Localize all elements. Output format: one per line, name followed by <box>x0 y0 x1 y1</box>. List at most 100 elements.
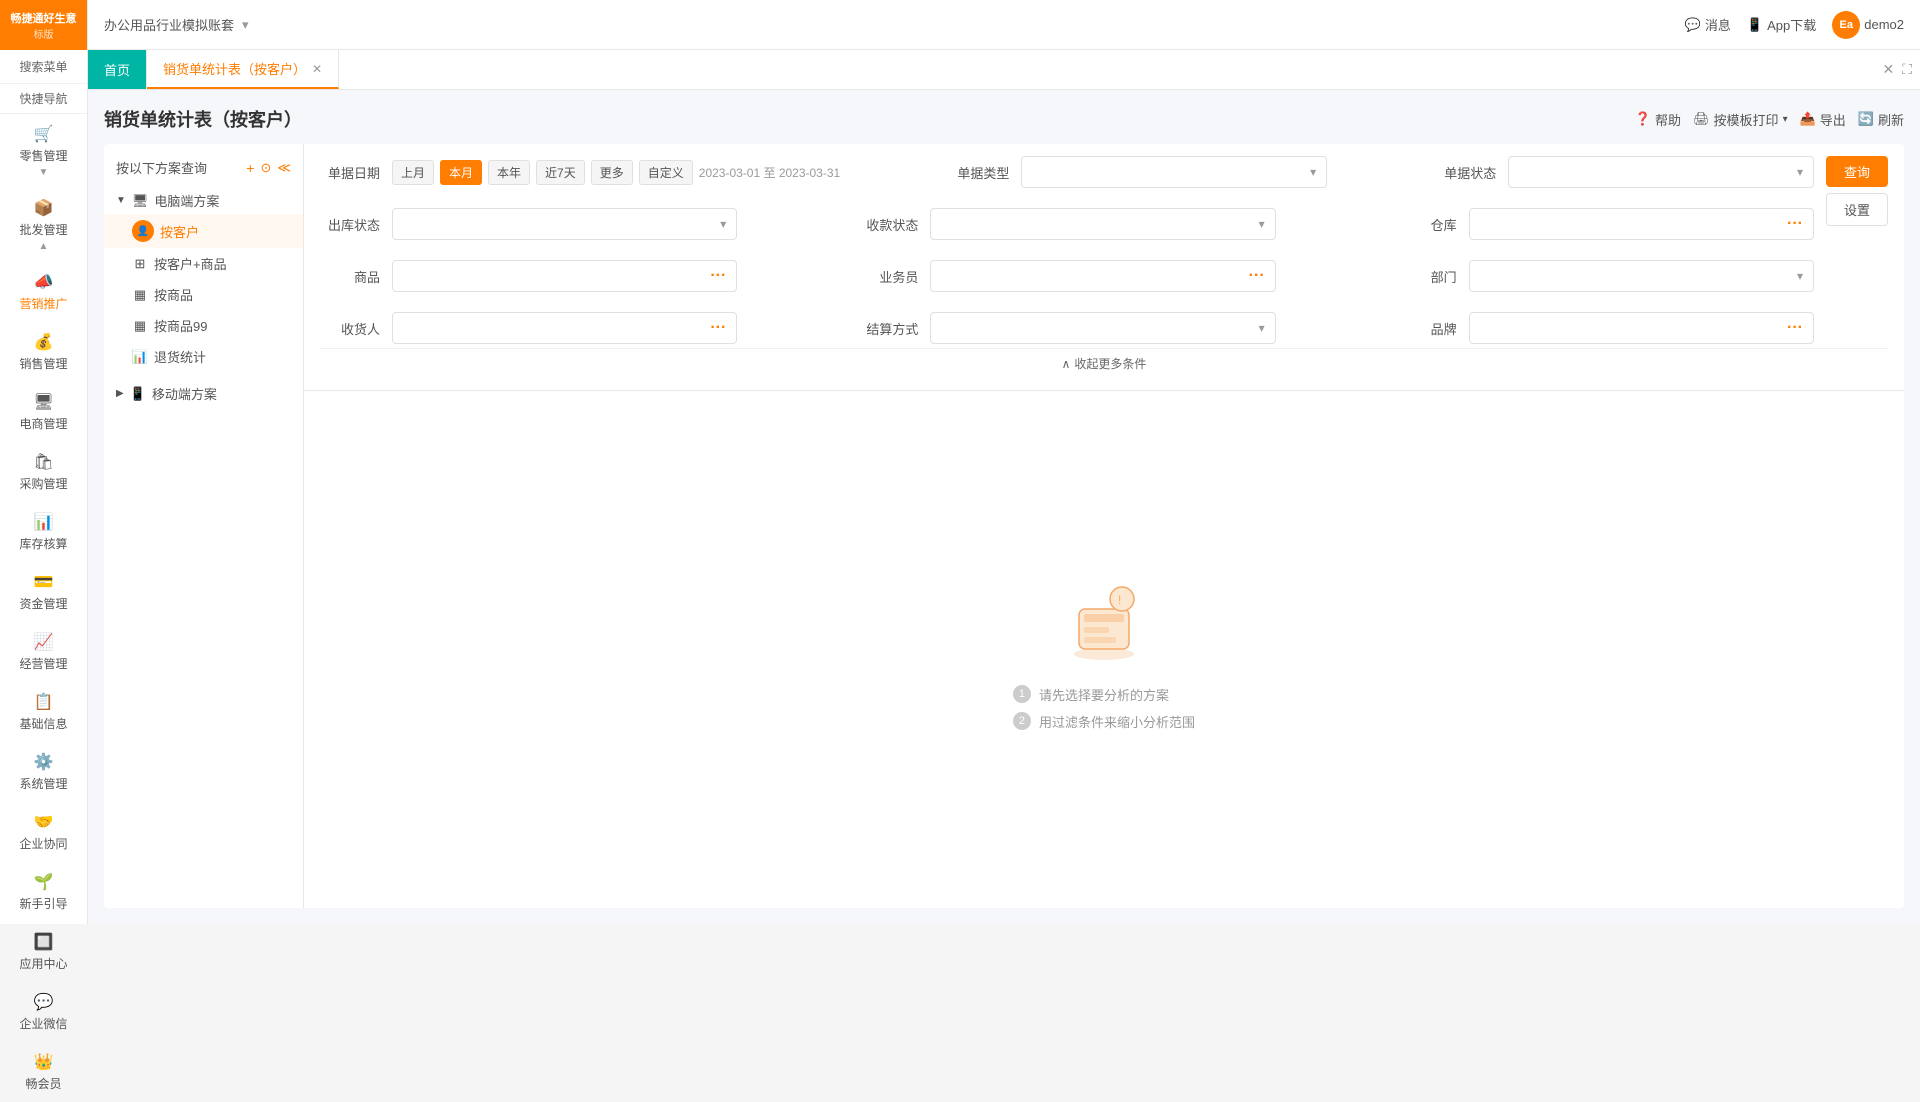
sidebar-item-basic[interactable]: 📋 基础信息 <box>0 682 87 742</box>
tab-actions: ✕ ⛶ <box>1882 61 1920 78</box>
empty-tip-2: 2 用过滤条件来缩小分析范围 <box>1013 712 1195 731</box>
scheme-group-mobile-title[interactable]: ▶ 📱 移动端方案 <box>104 380 303 407</box>
sidebar-item-wechat[interactable]: 💬 企业微信 <box>0 982 87 1042</box>
date-btn-last-7-days[interactable]: 近7天 <box>536 160 585 185</box>
tabbar: 首页 销货单统计表（按客户） ✕ ✕ ⛶ <box>88 50 1920 90</box>
sidebar-label-wholesale: 批发管理 <box>19 221 67 238</box>
print-icon: 🖨 <box>1693 111 1710 127</box>
help-btn[interactable]: ❓ 帮助 <box>1635 110 1681 129</box>
payment-status-label: 收款状态 <box>858 215 918 234</box>
refresh-icon: 🔄 <box>1858 111 1874 127</box>
app-download-btn[interactable]: 📱 App下载 <box>1747 15 1816 34</box>
inventory-icon: 📊 <box>34 512 54 532</box>
sidebar-item-finance[interactable]: 💳 资金管理 <box>0 562 87 622</box>
order-status-control[interactable]: ▾ <box>1508 156 1814 188</box>
date-btn-this-year[interactable]: 本年 <box>488 160 530 185</box>
page-header: 销货单统计表（按客户） ❓ 帮助 🖨 按模板打印 ▾ 📤 导出 🔄 刷新 <box>104 106 1904 132</box>
order-type-control[interactable]: ▾ <box>1021 156 1327 188</box>
retail-icon: 🛒 <box>34 124 54 144</box>
page-title: 销货单统计表（按客户） <box>104 106 302 132</box>
scheme-item-return-stat[interactable]: 📊 退货统计 <box>104 341 303 372</box>
date-btn-last-month[interactable]: 上月 <box>392 160 434 185</box>
chevron-right-icon: ▶ <box>116 388 124 399</box>
scheme-add-btn[interactable]: + <box>246 160 254 176</box>
date-btn-custom[interactable]: 自定义 <box>639 160 693 185</box>
sidebar-item-cooperation[interactable]: 🤝 企业协同 <box>0 802 87 862</box>
scheme-item-by-customer[interactable]: 👤 按客户 <box>104 214 303 248</box>
tip-num-2: 2 <box>1013 712 1031 730</box>
page-actions: ❓ 帮助 🖨 按模板打印 ▾ 📤 导出 🔄 刷新 <box>1635 110 1904 129</box>
consignee-control[interactable]: ··· <box>392 312 737 344</box>
sidebar-item-inventory[interactable]: 📊 库存核算 <box>0 502 87 562</box>
sidebar-item-ecommerce[interactable]: 🖥 电商管理 <box>0 382 87 442</box>
export-btn[interactable]: 📤 导出 <box>1800 110 1846 129</box>
sidebar-item-member[interactable]: 👑 畅会员 <box>0 1042 87 1102</box>
sidebar-item-appcenter[interactable]: 🔲 应用中心 <box>0 922 87 982</box>
scheme-collapse-btn[interactable]: ≪ <box>277 160 291 176</box>
filter-area: 单据日期 上月 本月 本年 近7天 更多 自定义 2023-03-01 至 20… <box>304 144 1904 391</box>
tab-home[interactable]: 首页 <box>88 50 147 89</box>
grid-icon: ⊞ <box>132 256 148 272</box>
settlement-control[interactable]: ▾ <box>930 312 1275 344</box>
sidebar-item-purchase[interactable]: 🛍 采购管理 <box>0 442 87 502</box>
sidebar-item-operations[interactable]: 📈 经营管理 <box>0 622 87 682</box>
sidebar-label-appcenter: 应用中心 <box>19 955 67 972</box>
maximize-window-icon[interactable]: ⛶ <box>1902 61 1912 78</box>
scheme-group-desktop-title[interactable]: ▼ 🖥 电脑端方案 <box>104 187 303 214</box>
collapse-btn[interactable]: ∧ 收起更多条件 <box>320 348 1888 378</box>
empty-illustration: ! <box>1054 569 1154 669</box>
refresh-btn[interactable]: 🔄 刷新 <box>1858 110 1904 129</box>
sidebar-search[interactable]: 搜索菜单 <box>0 50 87 84</box>
scheme-item-by-goods-99[interactable]: ▦ 按商品99 <box>104 310 303 341</box>
date-btn-more[interactable]: 更多 <box>591 160 633 185</box>
sidebar-item-wholesale[interactable]: 📦 批发管理 ▲ <box>0 188 87 262</box>
sidebar-item-newbie[interactable]: 🌱 新手引导 <box>0 862 87 922</box>
order-status-label: 单据状态 <box>1436 163 1496 182</box>
scheme-edit-btn[interactable]: ⊙ <box>260 160 271 176</box>
salesman-control[interactable]: ··· <box>930 260 1275 292</box>
tab-sales-stat-label: 销货单统计表（按客户） <box>163 59 306 78</box>
sidebar-label-newbie: 新手引导 <box>19 895 67 912</box>
out-status-control[interactable]: ▾ <box>392 208 737 240</box>
newbie-icon: 🌱 <box>34 872 54 892</box>
scheme-item-by-customer-goods[interactable]: ⊞ 按客户+商品 <box>104 248 303 279</box>
scheme-header-actions: + ⊙ ≪ <box>246 160 291 176</box>
empty-state: ! 1 请先选择要分析的方案 2 用过滤条件来缩小分析范围 <box>304 391 1904 908</box>
date-btn-this-month[interactable]: 本月 <box>440 160 482 185</box>
active-badge: 👤 <box>132 220 154 242</box>
tab-sales-stat[interactable]: 销货单统计表（按客户） ✕ <box>147 50 339 89</box>
sidebar-label-finance: 资金管理 <box>19 595 67 612</box>
desktop-group-label: 电脑端方案 <box>154 191 219 210</box>
goods-control[interactable]: ··· <box>392 260 737 292</box>
salesman-more-icon: ··· <box>1249 267 1265 285</box>
sidebar-item-marketing[interactable]: 📣 营销推广 <box>0 262 87 322</box>
company-dropdown-icon[interactable]: ▾ <box>242 17 249 33</box>
sidebar-item-retail[interactable]: 🛒 零售管理 ▼ <box>0 114 87 188</box>
close-window-icon[interactable]: ✕ <box>1882 61 1894 78</box>
payment-status-chevron-icon: ▾ <box>1259 217 1265 231</box>
settings-btn[interactable]: 设置 <box>1826 193 1888 226</box>
date-range: 2023-03-01 至 2023-03-31 <box>699 164 840 181</box>
filter-row-3: 商品 ··· 业务员 ··· <box>320 260 1814 292</box>
sidebar-item-system[interactable]: ⚙️ 系统管理 <box>0 742 87 802</box>
sidebar: 畅捷通好生意 标版 搜索菜单 快捷导航 🛒 零售管理 ▼ 📦 批发管理 ▲ 📣 … <box>0 0 88 924</box>
app-icon: 📱 <box>1747 17 1763 33</box>
sidebar-label-cooperation: 企业协同 <box>19 835 67 852</box>
sidebar-quick-nav[interactable]: 快捷导航 <box>0 84 87 114</box>
tab-close-icon[interactable]: ✕ <box>312 62 322 76</box>
message-btn[interactable]: 💬 消息 <box>1685 15 1731 34</box>
brand-control[interactable]: ··· <box>1469 312 1814 344</box>
department-control[interactable]: ▾ <box>1469 260 1814 292</box>
scheme-item-by-goods[interactable]: ▦ 按商品 <box>104 279 303 310</box>
user-profile[interactable]: Ea demo2 <box>1832 11 1904 39</box>
scheme-label-by-goods: 按商品 <box>154 285 193 304</box>
appcenter-icon: 🔲 <box>34 932 54 952</box>
sidebar-item-sales[interactable]: 💰 销售管理 <box>0 322 87 382</box>
tip-num-1: 1 <box>1013 685 1031 703</box>
query-btn[interactable]: 查询 <box>1826 156 1888 187</box>
warehouse-control[interactable]: ··· <box>1469 208 1814 240</box>
settlement-chevron-icon: ▾ <box>1259 321 1265 335</box>
payment-status-control[interactable]: ▾ <box>930 208 1275 240</box>
template-print-btn[interactable]: 🖨 按模板打印 ▾ <box>1693 110 1788 129</box>
company-name: 办公用品行业模拟账套 <box>104 15 234 34</box>
